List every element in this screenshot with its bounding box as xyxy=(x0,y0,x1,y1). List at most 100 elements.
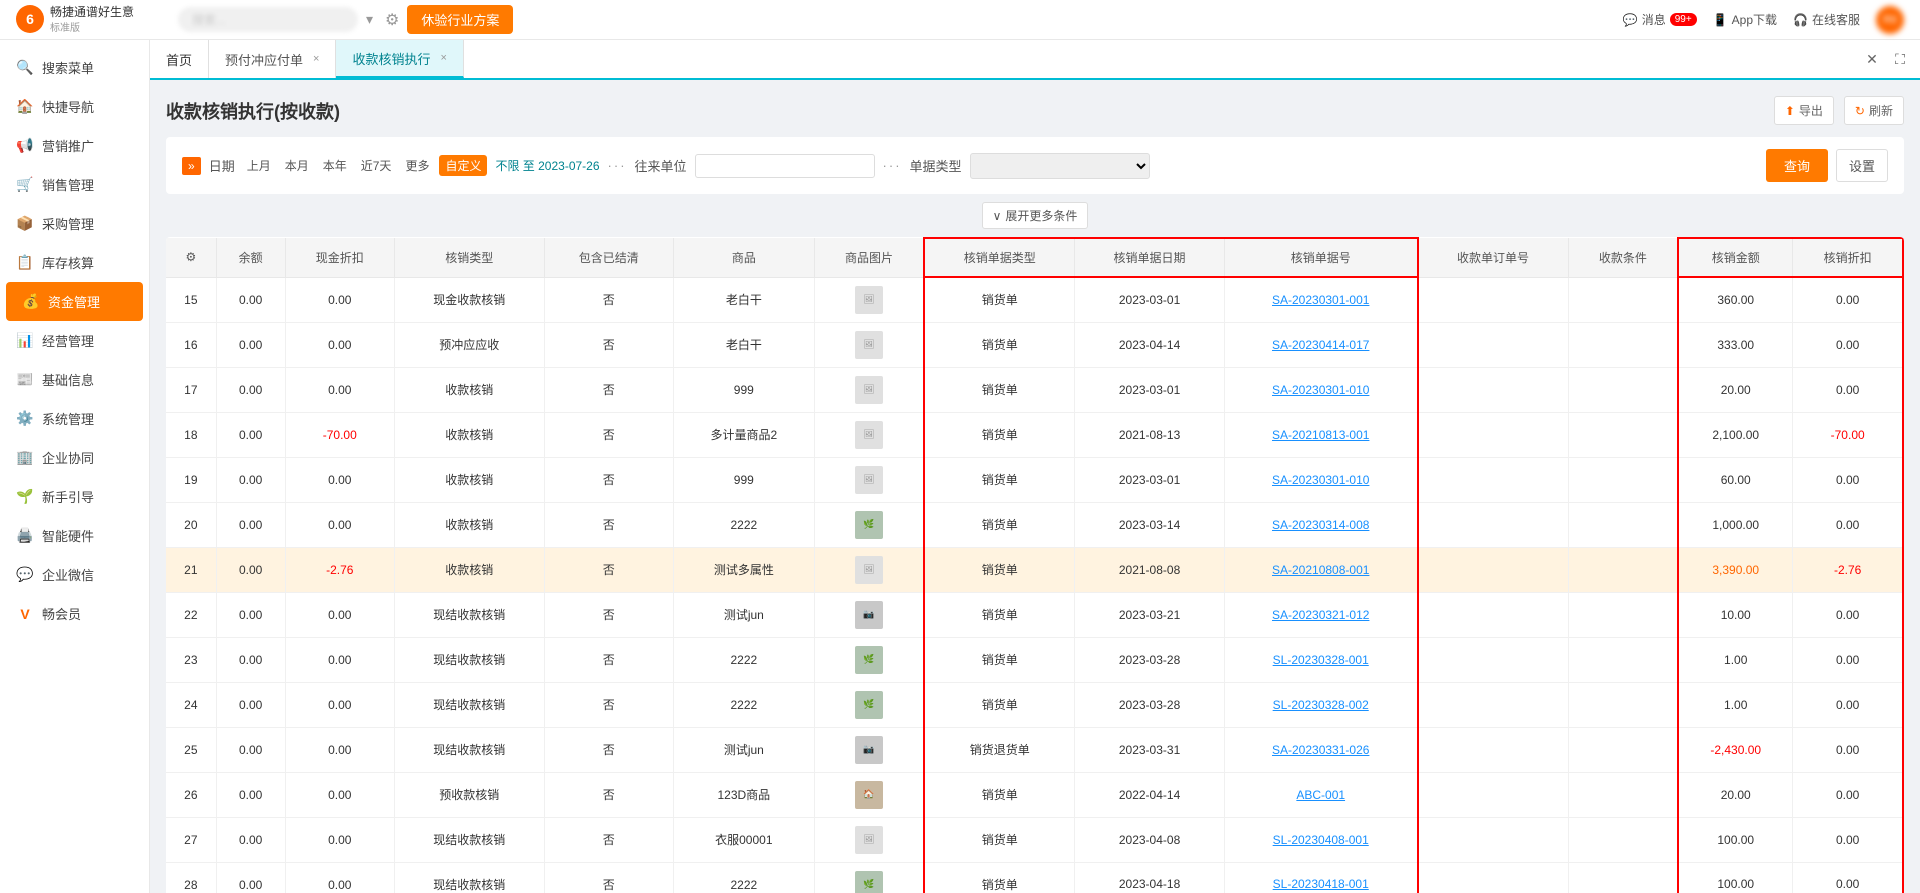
sidebar-item-member[interactable]: V 畅会员 xyxy=(0,594,149,633)
tab-collection[interactable]: 收款核销执行 × xyxy=(336,40,463,78)
tab-collection-close[interactable]: × xyxy=(440,52,446,64)
cancel-no-link[interactable]: SA-20230301-010 xyxy=(1272,383,1369,397)
row-cancel-amount: 2,100.00 xyxy=(1678,412,1793,457)
row-product: 衣服00001 xyxy=(673,817,814,862)
row-receipt-order-no xyxy=(1418,457,1568,502)
row-cancel-date: 2023-03-28 xyxy=(1075,637,1225,682)
expand-conditions-btn[interactable]: ∨ 展开更多条件 xyxy=(982,202,1089,229)
counterparty-input[interactable] xyxy=(695,154,875,178)
row-product-image: 🌿 xyxy=(814,502,924,547)
sidebar-item-wechat[interactable]: 💬 企业微信 xyxy=(0,555,149,594)
row-cancel-amount: 360.00 xyxy=(1678,277,1793,322)
row-cancel-no: SA-20230301-010 xyxy=(1224,367,1417,412)
sidebar-item-sales[interactable]: 🛒 销售管理 xyxy=(0,165,149,204)
row-product-image: 🏠 xyxy=(814,772,924,817)
page-title: 收款核销执行(按收款) xyxy=(166,98,340,124)
date-opt-custom[interactable]: 自定义 xyxy=(439,155,487,176)
cancel-no-link[interactable]: SL-20230408-001 xyxy=(1273,833,1369,847)
cancel-no-link[interactable]: SA-20230314-008 xyxy=(1272,518,1369,532)
tab-prepaid[interactable]: 预付冲应付单 × xyxy=(209,40,336,78)
sidebar-item-operations[interactable]: 📊 经营管理 xyxy=(0,321,149,360)
cancel-no-link[interactable]: SA-20230331-026 xyxy=(1272,743,1369,757)
sidebar-item-system[interactable]: ⚙️ 系统管理 xyxy=(0,399,149,438)
content-area: 首页 预付冲应付单 × 收款核销执行 × ✕ ⛶ 收款核销执行(按收款) xyxy=(150,40,1920,893)
cancel-no-link[interactable]: SA-20230301-010 xyxy=(1272,473,1369,487)
sidebar-item-marketing[interactable]: 📢 营销推广 xyxy=(0,126,149,165)
tab-controls: ✕ ⛶ xyxy=(1860,40,1920,78)
row-product: 999 xyxy=(673,457,814,502)
query-btn[interactable]: 查询 xyxy=(1766,149,1828,182)
row-cancel-type: 现结收款核销 xyxy=(394,817,544,862)
sidebar-item-finance[interactable]: 💰 资金管理 xyxy=(6,282,143,321)
cancel-no-link[interactable]: SA-20210813-001 xyxy=(1272,428,1369,442)
dropdown-arrow-icon[interactable]: ▾ xyxy=(366,11,373,28)
col-header-balance: 余额 xyxy=(216,238,285,277)
industry-btn[interactable]: 休验行业方案 xyxy=(407,5,513,34)
row-balance: 0.00 xyxy=(216,772,285,817)
sidebar-item-guide[interactable]: 🌱 新手引导 xyxy=(0,477,149,516)
cancel-no-link[interactable]: ABC-001 xyxy=(1296,788,1345,802)
sidebar-item-purchase[interactable]: 📦 采购管理 xyxy=(0,204,149,243)
sidebar-item-inventory[interactable]: 📋 库存核算 xyxy=(0,243,149,282)
cancel-no-link[interactable]: SA-20230321-012 xyxy=(1272,608,1369,622)
row-no: 16 xyxy=(166,322,216,367)
tab-close-btn[interactable]: ✕ xyxy=(1860,47,1884,71)
date-opt-7days[interactable]: 近7天 xyxy=(357,155,396,176)
col-header-settings[interactable]: ⚙ xyxy=(166,238,216,277)
row-cancel-voucher-type: 销货单 xyxy=(924,682,1074,727)
system-icon: ⚙️ xyxy=(16,410,34,428)
row-cancel-voucher-type: 销货单 xyxy=(924,547,1074,592)
row-include-settled: 否 xyxy=(544,817,673,862)
row-cancel-discount: 0.00 xyxy=(1793,457,1903,502)
voucher-type-select[interactable] xyxy=(970,153,1150,179)
sidebar-item-hardware[interactable]: 🖨️ 智能硬件 xyxy=(0,516,149,555)
row-cash-discount: 0.00 xyxy=(285,862,394,893)
settings-icon[interactable]: ⚙ xyxy=(385,10,399,30)
sidebar-item-quick-nav[interactable]: 🏠 快捷导航 xyxy=(0,87,149,126)
app-download-btn[interactable]: 📱 App下载 xyxy=(1713,11,1777,28)
row-balance: 0.00 xyxy=(216,862,285,893)
row-receipt-order-no xyxy=(1418,862,1568,893)
date-opt-this-month[interactable]: 本月 xyxy=(281,155,313,176)
sidebar-item-enterprise[interactable]: 🏢 企业协同 xyxy=(0,438,149,477)
row-receipt-condition xyxy=(1568,322,1678,367)
row-cancel-voucher-type: 销货单 xyxy=(924,637,1074,682)
message-btn[interactable]: 💬 消息 99+ xyxy=(1623,11,1697,28)
sidebar-item-search-menu[interactable]: 🔍 搜索菜单 xyxy=(0,48,149,87)
filter-ellipsis2: ··· xyxy=(883,158,902,173)
filter-toggle-btn[interactable]: » xyxy=(182,157,201,175)
settings-btn[interactable]: 设置 xyxy=(1836,149,1888,182)
row-balance: 0.00 xyxy=(216,592,285,637)
data-table: ⚙ 余额 现金折扣 核销类型 包含已结清 商品 商品图片 核销单据类型 核销单据… xyxy=(166,237,1904,893)
row-cancel-voucher-type: 销货单 xyxy=(924,862,1074,893)
main-layout: 🔍 搜索菜单 🏠 快捷导航 📢 营销推广 🛒 销售管理 📦 采购管理 📋 库存核… xyxy=(0,40,1920,893)
cancel-no-link[interactable]: SA-20210808-001 xyxy=(1272,563,1369,577)
tab-home[interactable]: 首页 xyxy=(150,40,209,78)
sidebar-item-basic-info[interactable]: 📰 基础信息 xyxy=(0,360,149,399)
row-receipt-condition xyxy=(1568,592,1678,637)
filter-ellipsis: ··· xyxy=(608,158,627,173)
date-opt-more[interactable]: 更多 xyxy=(401,155,433,176)
cancel-no-link[interactable]: SL-20230328-002 xyxy=(1273,698,1369,712)
cancel-no-link[interactable]: SL-20230328-001 xyxy=(1273,653,1369,667)
sidebar-label-system: 系统管理 xyxy=(42,409,94,428)
row-cancel-amount: 60.00 xyxy=(1678,457,1793,502)
cancel-no-link[interactable]: SL-20230418-001 xyxy=(1273,877,1369,891)
row-product-image: 📷 xyxy=(814,592,924,637)
row-cancel-discount: 0.00 xyxy=(1793,682,1903,727)
row-receipt-order-no xyxy=(1418,412,1568,457)
online-service-btn[interactable]: 🎧 在线客服 xyxy=(1793,11,1860,28)
cancel-no-link[interactable]: SA-20230301-001 xyxy=(1272,293,1369,307)
col-header-cancel-no: 核销单据号 xyxy=(1224,238,1417,277)
user-avatar[interactable]: Rit xyxy=(1876,6,1904,34)
refresh-btn[interactable]: ↻ 刷新 xyxy=(1844,96,1904,125)
row-cancel-type: 现结收款核销 xyxy=(394,637,544,682)
export-btn[interactable]: ⬆ 导出 xyxy=(1774,96,1834,125)
cancel-no-link[interactable]: SA-20230414-017 xyxy=(1272,338,1369,352)
row-cancel-voucher-type: 销货单 xyxy=(924,322,1074,367)
tab-maximize-btn[interactable]: ⛶ xyxy=(1888,47,1912,71)
date-opt-last-month[interactable]: 上月 xyxy=(243,155,275,176)
date-opt-this-year[interactable]: 本年 xyxy=(319,155,351,176)
tab-prepaid-close[interactable]: × xyxy=(313,53,319,65)
sidebar-label-guide: 新手引导 xyxy=(42,487,94,506)
